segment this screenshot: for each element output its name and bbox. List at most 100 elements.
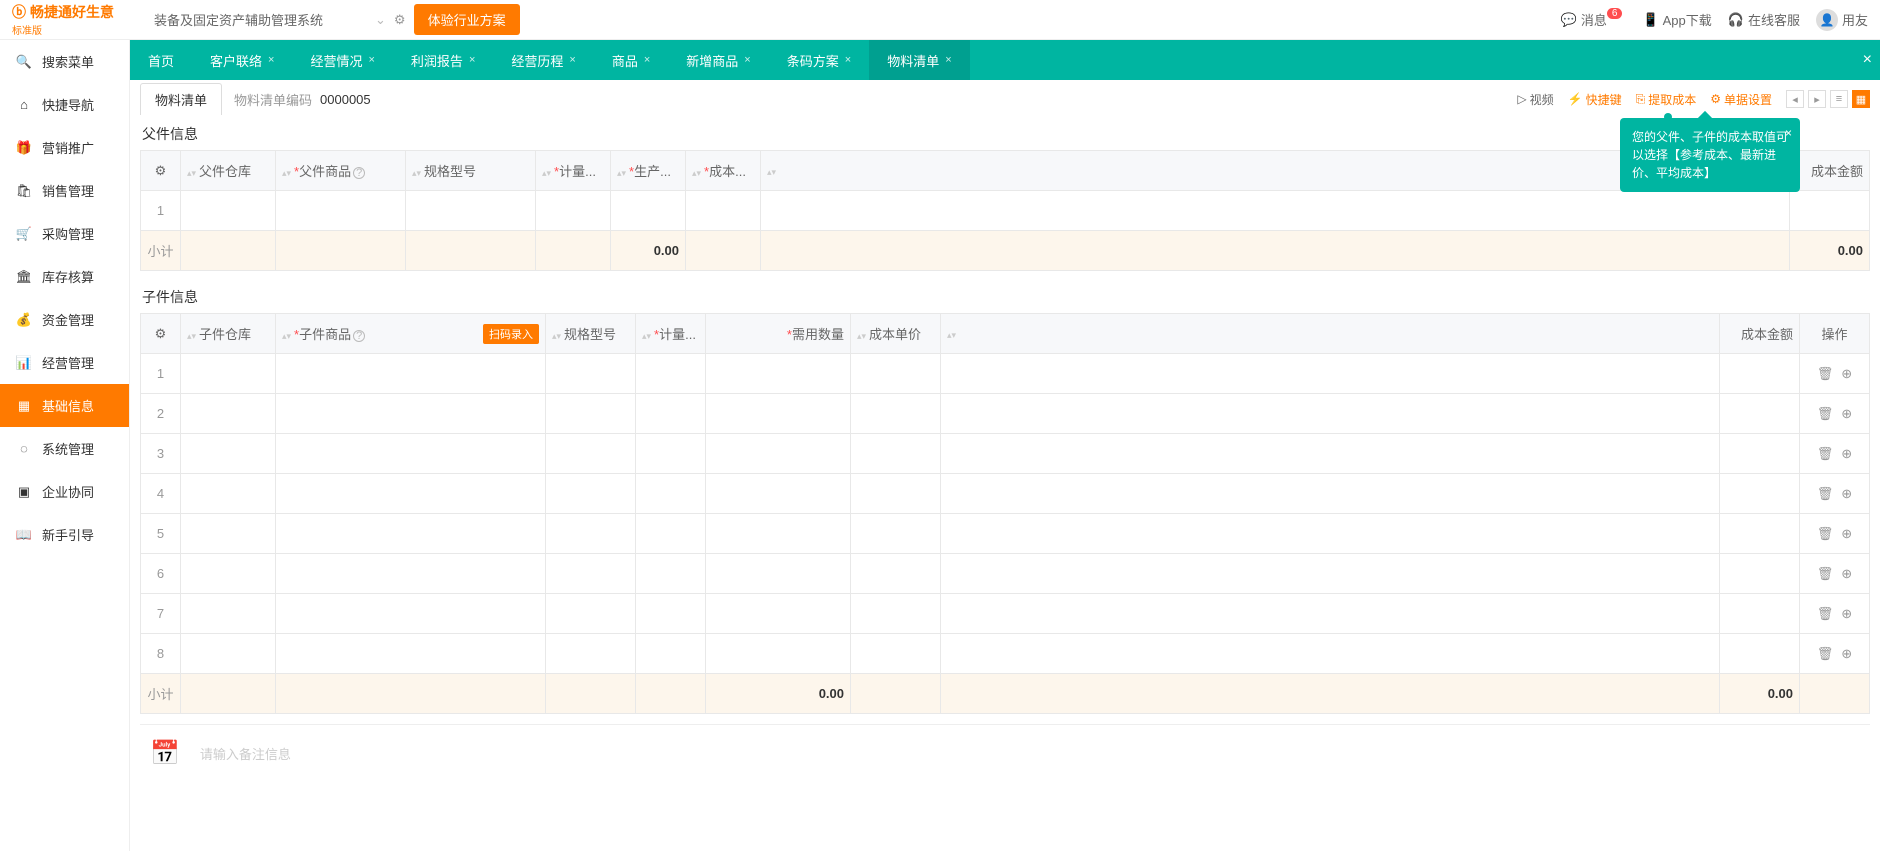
cell-product[interactable] — [276, 514, 546, 554]
child-col-warehouse[interactable]: ▴▾子件仓库 — [181, 314, 276, 354]
sidebar-item-9[interactable]: ◌系统管理 — [0, 427, 129, 470]
child-col-spec[interactable]: ▴▾规格型号 — [546, 314, 636, 354]
prev-button[interactable]: ◂ — [1786, 90, 1804, 108]
tab-close-icon[interactable]: × — [569, 54, 575, 66]
remark-input[interactable]: 请输入备注信息 — [200, 744, 291, 763]
tab-2[interactable]: 经营情况× — [292, 40, 392, 80]
scan-input-button[interactable]: 扫码录入 — [483, 324, 539, 344]
parent-col-costunit[interactable]: ▴▾*成本... — [686, 151, 761, 191]
cell-unit[interactable] — [636, 634, 706, 674]
extract-cost-button[interactable]: ⎘提取成本 — [1636, 91, 1697, 108]
parent-col-unit[interactable]: ▴▾*计量... — [536, 151, 611, 191]
cell-needqty[interactable] — [706, 474, 851, 514]
cell-costunit[interactable] — [851, 394, 941, 434]
add-icon[interactable]: ⊕ — [1841, 486, 1852, 502]
child-row[interactable]: 4 🗑⊕ — [141, 474, 1870, 514]
sidebar-item-7[interactable]: 📊经营管理 — [0, 341, 129, 384]
add-icon[interactable]: ⊕ — [1841, 366, 1852, 382]
delete-icon[interactable]: 🗑 — [1817, 606, 1834, 622]
child-col-unit[interactable]: ▴▾*计量... — [636, 314, 706, 354]
sidebar-item-1[interactable]: ⌂快捷导航 — [0, 83, 129, 126]
cell-unit[interactable] — [636, 354, 706, 394]
child-row[interactable]: 7 🗑⊕ — [141, 594, 1870, 634]
cell-spec[interactable] — [546, 394, 636, 434]
add-icon[interactable]: ⊕ — [1841, 606, 1852, 622]
cell-unit[interactable] — [536, 191, 611, 231]
delete-icon[interactable]: 🗑 — [1817, 526, 1834, 542]
cell-spec[interactable] — [546, 354, 636, 394]
child-col-product[interactable]: ▴▾*子件商品?扫码录入 — [276, 314, 546, 354]
child-row[interactable]: 5 🗑⊕ — [141, 514, 1870, 554]
cell-warehouse[interactable] — [181, 514, 276, 554]
cell-unit[interactable] — [636, 554, 706, 594]
cell-needqty[interactable] — [706, 434, 851, 474]
cell-unit[interactable] — [636, 594, 706, 634]
sidebar-item-5[interactable]: 🏛库存核算 — [0, 255, 129, 298]
app-download-button[interactable]: 📱 App下载 — [1642, 10, 1711, 29]
cell-costamt[interactable] — [1720, 474, 1800, 514]
cell-costamt[interactable] — [1720, 434, 1800, 474]
cell-prodqty[interactable] — [611, 191, 686, 231]
cell-costunit[interactable] — [851, 434, 941, 474]
child-col-needqty[interactable]: *需用数量 — [706, 314, 851, 354]
user-menu[interactable]: 👤 用友 — [1816, 9, 1868, 31]
cell-warehouse[interactable] — [181, 474, 276, 514]
sidebar-item-3[interactable]: 🛍销售管理 — [0, 169, 129, 212]
parent-row[interactable]: 1 — [141, 191, 1870, 231]
sidebar-item-4[interactable]: 🛒采购管理 — [0, 212, 129, 255]
cell-costamt[interactable] — [1720, 354, 1800, 394]
tab-7[interactable]: 条码方案× — [769, 40, 869, 80]
cell-costunit[interactable] — [851, 594, 941, 634]
doc-settings-button[interactable]: ⚙单据设置 — [1710, 91, 1772, 108]
cell-costunit[interactable] — [686, 191, 761, 231]
sidebar-item-2[interactable]: 🎁营销推广 — [0, 126, 129, 169]
sidebar-item-10[interactable]: ▣企业协同 — [0, 470, 129, 513]
tab-0[interactable]: 首页 — [130, 40, 192, 80]
tab-3[interactable]: 利润报告× — [393, 40, 493, 80]
grid-view-button[interactable]: ▦ — [1852, 90, 1870, 108]
cell-costunit[interactable] — [851, 474, 941, 514]
cell-costamt[interactable] — [1720, 514, 1800, 554]
cell-needqty[interactable] — [706, 394, 851, 434]
cell-unit[interactable] — [636, 474, 706, 514]
cell-needqty[interactable] — [706, 634, 851, 674]
cell-costamt[interactable] — [1720, 594, 1800, 634]
parent-col-costamt[interactable]: 成本金额 — [1790, 151, 1870, 191]
child-row[interactable]: 6 🗑⊕ — [141, 554, 1870, 594]
cell-costunit[interactable] — [851, 354, 941, 394]
cell-spec[interactable] — [546, 594, 636, 634]
parent-col-warehouse[interactable]: ▴▾父件仓库 — [181, 151, 276, 191]
child-row[interactable]: 1 🗑⊕ — [141, 354, 1870, 394]
sidebar-item-0[interactable]: 🔍搜索菜单 — [0, 40, 129, 83]
delete-icon[interactable]: 🗑 — [1817, 446, 1834, 462]
cell-costunit[interactable] — [851, 514, 941, 554]
add-icon[interactable]: ⊕ — [1841, 406, 1852, 422]
cell-spec[interactable] — [546, 634, 636, 674]
sidebar-item-8[interactable]: ▦基础信息 — [0, 384, 129, 427]
cell-costunit[interactable] — [851, 554, 941, 594]
cell-costamt[interactable] — [1790, 191, 1870, 231]
cell-costamt[interactable] — [1720, 394, 1800, 434]
cell-warehouse[interactable] — [181, 354, 276, 394]
tab-close-icon[interactable]: × — [845, 54, 851, 66]
sidebar-item-11[interactable]: 📖新手引导 — [0, 513, 129, 556]
cell-costunit[interactable] — [851, 634, 941, 674]
add-icon[interactable]: ⊕ — [1841, 566, 1852, 582]
delete-icon[interactable]: 🗑 — [1817, 646, 1834, 662]
video-button[interactable]: ▷视频 — [1517, 91, 1553, 108]
tab-close-icon[interactable]: × — [268, 54, 274, 66]
list-view-button[interactable]: ≡ — [1830, 90, 1848, 108]
tab-4[interactable]: 经营历程× — [493, 40, 593, 80]
tab-8[interactable]: 物料清单× — [869, 40, 969, 80]
shortcut-button[interactable]: ⚡快捷键 — [1568, 91, 1622, 108]
add-icon[interactable]: ⊕ — [1841, 446, 1852, 462]
cell-spec[interactable] — [546, 474, 636, 514]
cell-unit[interactable] — [636, 394, 706, 434]
cell-warehouse[interactable] — [181, 554, 276, 594]
cell-product[interactable] — [276, 594, 546, 634]
parent-col-spec[interactable]: ▴▾规格型号 — [406, 151, 536, 191]
cell-product[interactable] — [276, 394, 546, 434]
info-icon[interactable]: ? — [353, 167, 365, 179]
delete-icon[interactable]: 🗑 — [1817, 566, 1834, 582]
cell-spec[interactable] — [546, 554, 636, 594]
